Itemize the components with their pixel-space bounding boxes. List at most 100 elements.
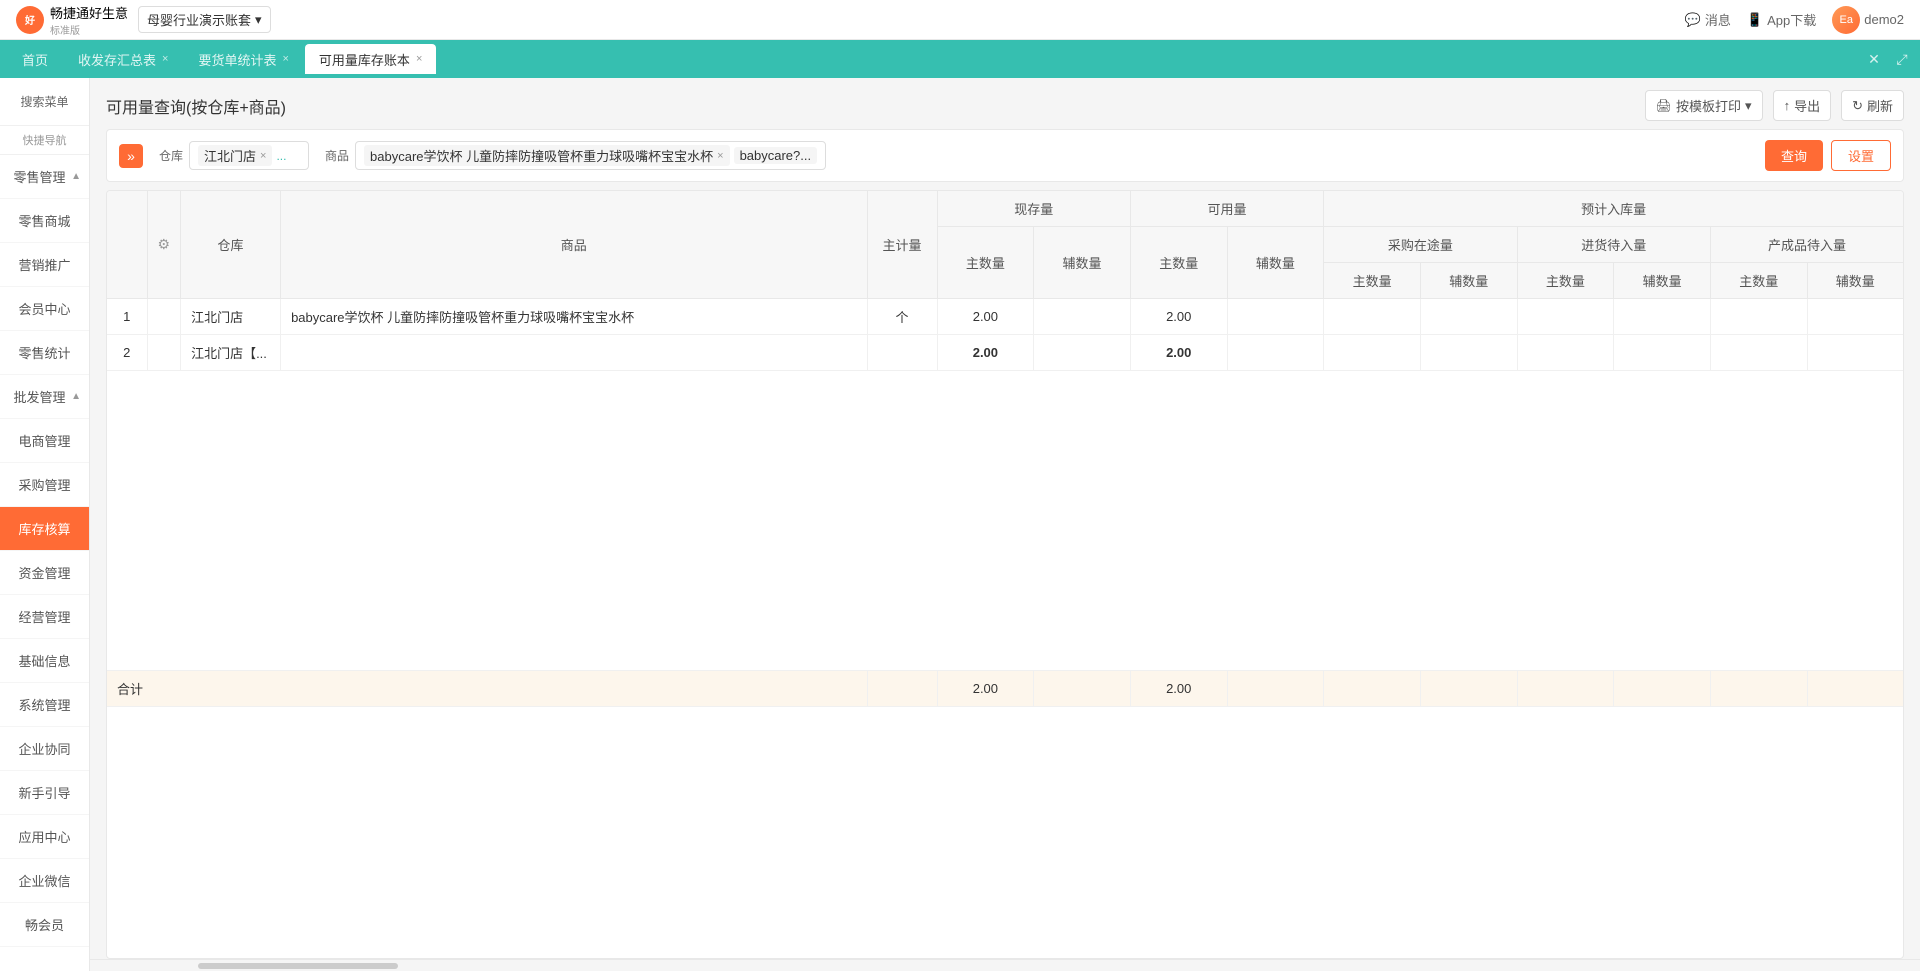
th-stock-aux: 辅数量 — [1034, 227, 1131, 299]
tab-receive-send-close[interactable]: × — [162, 53, 168, 65]
tab-available-stock-close[interactable]: × — [416, 53, 422, 65]
tab-home-label: 首页 — [22, 50, 48, 69]
sidebar-item-finance[interactable]: 资金管理 — [0, 551, 89, 595]
th-product: 商品 — [281, 191, 867, 299]
cell-production-main-1 — [1710, 299, 1807, 335]
warehouse-more-btn[interactable]: ... — [276, 149, 286, 163]
th-settings[interactable]: ⚙ — [147, 191, 181, 299]
cell-stock-aux-2 — [1034, 335, 1131, 371]
total-production-main — [1710, 671, 1807, 707]
sidebar-item-marketing-label: 营销推广 — [8, 255, 81, 274]
th-production-main: 主数量 — [1710, 263, 1807, 299]
sidebar-item-finance-label: 资金管理 — [8, 563, 81, 582]
total-inbound-main — [1517, 671, 1614, 707]
product-tag-close[interactable]: × — [717, 150, 723, 162]
query-btn[interactable]: 查询 — [1765, 140, 1823, 171]
product-tag: babycare学饮杯 儿童防摔防撞吸管杯重力球吸嘴杯宝宝水杯 × — [364, 145, 730, 166]
sidebar-item-retail-mall[interactable]: 零售商城 — [0, 199, 89, 243]
logo-icon: 好 — [16, 6, 44, 34]
table-container: ⚙ 仓库 商品 主计量 现存量 可用量 预计入库量 主数量 辅数量 主数量 辅数… — [106, 190, 1904, 959]
tab-available-stock[interactable]: 可用量库存账本 × — [305, 44, 436, 74]
cell-purchase-main-1 — [1324, 299, 1421, 335]
cell-stock-aux-1 — [1034, 299, 1131, 335]
message-btn[interactable]: 💬 消息 — [1685, 10, 1731, 29]
top-bar: 好 畅捷通好生意 标准版 母婴行业演示账套 ▾ 💬 消息 📱 App下载 Ea … — [0, 0, 1920, 40]
sidebar-item-marketing[interactable]: 营销推广 — [0, 243, 89, 287]
sidebar-item-app-center[interactable]: 应用中心 — [0, 815, 89, 859]
sidebar-item-inventory-label: 库存核算 — [8, 519, 81, 538]
settings-btn[interactable]: 设置 — [1831, 140, 1891, 171]
maximize-window-btn[interactable]: ⤢ — [1892, 49, 1912, 69]
search-menu-btn[interactable]: 搜索菜单 — [8, 88, 81, 115]
th-unit: 主计量 — [867, 191, 937, 299]
th-planned-group: 预计入库量 — [1324, 191, 1903, 227]
cell-purchase-main-2 — [1324, 335, 1421, 371]
table-row: 2 江北门店【... 2.00 2.00 — [107, 335, 1903, 371]
warehouse-tag-close[interactable]: × — [260, 150, 266, 162]
product-filter-input[interactable]: babycare学饮杯 儿童防摔防撞吸管杯重力球吸嘴杯宝宝水杯 × babyca… — [355, 141, 826, 170]
download-btn[interactable]: 📱 App下载 — [1747, 10, 1816, 29]
sidebar-item-wholesale-label: 批发管理 — [8, 387, 71, 406]
tab-order-stats[interactable]: 要货单统计表 × — [184, 44, 302, 74]
th-stock-group: 现存量 — [937, 191, 1130, 227]
tab-home[interactable]: 首页 — [8, 44, 62, 74]
sidebar-item-system[interactable]: 系统管理 — [0, 683, 89, 727]
th-production-aux: 辅数量 — [1807, 263, 1903, 299]
sidebar-item-enterprise-collab[interactable]: 企业协同 — [0, 727, 89, 771]
th-seq — [107, 191, 147, 299]
sidebar: 搜索菜单 快捷导航 零售管理 ▲ 零售商城 营销推广 会员中心 零售统计 批发管… — [0, 78, 90, 971]
data-table: ⚙ 仓库 商品 主计量 现存量 可用量 预计入库量 主数量 辅数量 主数量 辅数… — [107, 191, 1903, 707]
sidebar-item-member-center-label: 会员中心 — [8, 299, 81, 318]
username-label: demo2 — [1864, 12, 1904, 27]
sidebar-item-guide[interactable]: 新手引导 — [0, 771, 89, 815]
tab-bar: 首页 收发存汇总表 × 要货单统计表 × 可用量库存账本 × ✕ ⤢ — [0, 40, 1920, 78]
close-window-btn[interactable]: ✕ — [1864, 49, 1884, 69]
sidebar-item-wechat[interactable]: 企业微信 — [0, 859, 89, 903]
cell-purchase-aux-1 — [1420, 299, 1517, 335]
cell-inbound-main-1 — [1517, 299, 1614, 335]
chevron-down-icon-print: ▾ — [1745, 98, 1752, 114]
cell-available-aux-2 — [1227, 335, 1324, 371]
sidebar-item-basic-info[interactable]: 基础信息 — [0, 639, 89, 683]
sidebar-item-operations-label: 经营管理 — [8, 607, 81, 626]
refresh-btn[interactable]: ↻ 刷新 — [1841, 90, 1904, 121]
scroll-thumb[interactable] — [198, 963, 398, 969]
page-title: 可用量查询(按仓库+商品) — [106, 94, 286, 118]
industry-selector[interactable]: 母婴行业演示账套 ▾ — [138, 6, 271, 33]
filter-toggle-btn[interactable]: » — [119, 144, 143, 168]
tab-receive-send[interactable]: 收发存汇总表 × — [64, 44, 182, 74]
sidebar-item-system-label: 系统管理 — [8, 695, 81, 714]
warehouse-filter-input[interactable]: 江北门店 × ... — [189, 141, 309, 170]
logo-main-text: 畅捷通好生意 — [50, 3, 128, 22]
filter-actions: 查询 设置 — [1765, 140, 1891, 171]
sidebar-item-app-center-label: 应用中心 — [8, 827, 81, 846]
cell-purchase-aux-2 — [1420, 335, 1517, 371]
export-icon: ↑ — [1784, 98, 1791, 113]
th-available-aux: 辅数量 — [1227, 227, 1324, 299]
sidebar-item-purchase[interactable]: 采购管理 — [0, 463, 89, 507]
total-inbound-aux — [1614, 671, 1711, 707]
export-btn[interactable]: ↑ 导出 — [1773, 90, 1832, 121]
sidebar-item-wholesale[interactable]: 批发管理 ▲ — [0, 375, 89, 419]
sidebar-item-ecommerce[interactable]: 电商管理 — [0, 419, 89, 463]
cell-product-1: babycare学饮杯 儿童防摔防撞吸管杯重力球吸嘴杯宝宝水杯 — [281, 299, 867, 335]
industry-selector-label: 母婴行业演示账套 — [147, 10, 251, 29]
sidebar-item-member-plus[interactable]: 畅会员 — [0, 903, 89, 947]
total-production-aux — [1807, 671, 1903, 707]
th-available-group: 可用量 — [1130, 191, 1323, 227]
sidebar-nav-label: 快捷导航 — [0, 126, 89, 155]
user-menu[interactable]: Ea demo2 — [1832, 6, 1904, 34]
sidebar-item-retail-stats[interactable]: 零售统计 — [0, 331, 89, 375]
print-template-btn[interactable]: 🖨 按模板打印 ▾ — [1645, 90, 1763, 121]
total-available-aux — [1227, 671, 1324, 707]
th-inbound-aux: 辅数量 — [1614, 263, 1711, 299]
sidebar-item-inventory[interactable]: 库存核算 — [0, 507, 89, 551]
tab-order-stats-close[interactable]: × — [282, 53, 288, 65]
sidebar-item-operations[interactable]: 经营管理 — [0, 595, 89, 639]
total-stock-aux — [1034, 671, 1131, 707]
sidebar-item-member-center[interactable]: 会员中心 — [0, 287, 89, 331]
logo-area: 好 畅捷通好生意 标准版 — [16, 3, 128, 37]
total-label: 合计 — [107, 671, 867, 707]
message-label: 消息 — [1705, 10, 1731, 29]
sidebar-item-retail-management[interactable]: 零售管理 ▲ — [0, 155, 89, 199]
